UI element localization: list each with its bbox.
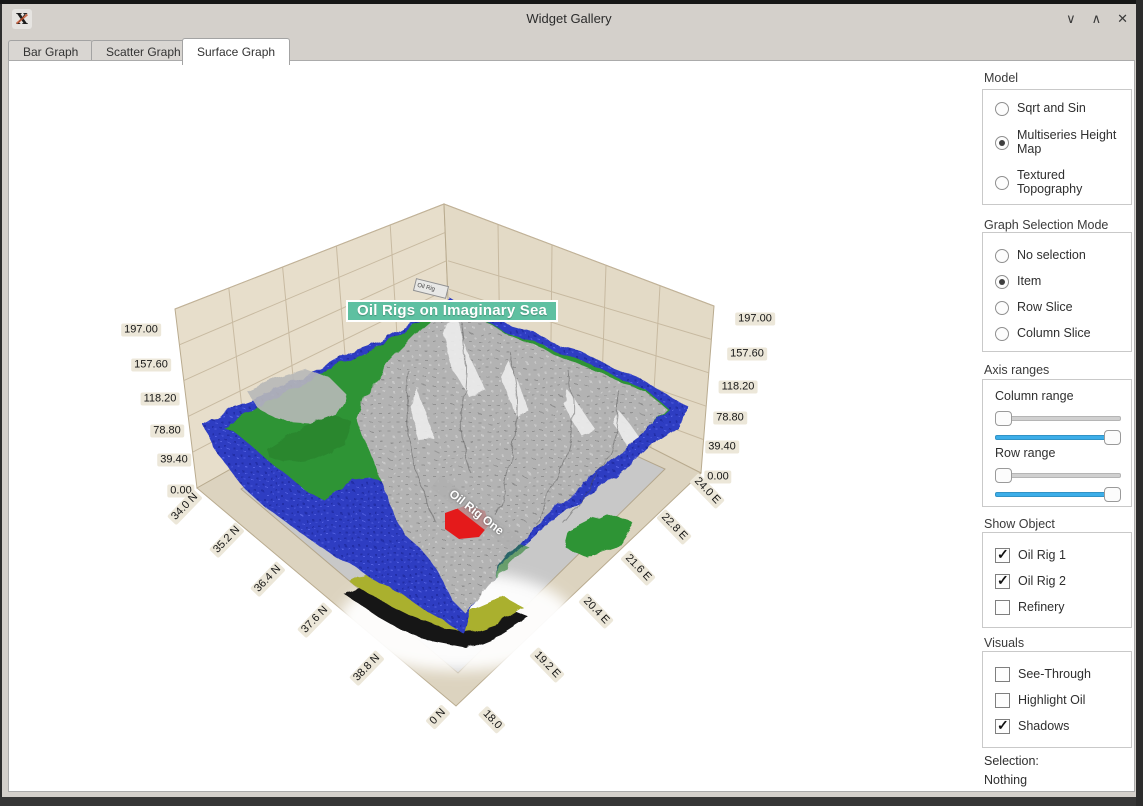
- checkbox-icon[interactable]: [995, 667, 1010, 682]
- slider-handle[interactable]: [1104, 430, 1121, 445]
- checkbox-icon[interactable]: [995, 548, 1010, 563]
- checkbox-icon[interactable]: [995, 574, 1010, 589]
- radio-sqrt-and-sin[interactable]: Sqrt and Sin: [995, 102, 1117, 116]
- checkbox-refinery[interactable]: Refinery: [995, 600, 1118, 615]
- radio-icon[interactable]: [995, 249, 1009, 263]
- checkbox-highlight-oil[interactable]: Highlight Oil: [995, 693, 1118, 708]
- checkbox-oil-rig-1[interactable]: Oil Rig 1: [995, 548, 1118, 563]
- model-groupbox: Sqrt and Sin Multiseries Height Map Text…: [982, 89, 1132, 205]
- value-axis-tick-right: 118.20: [719, 381, 758, 394]
- value-axis-tick-right: 0.00: [704, 471, 731, 484]
- checkbox-oil-rig-2[interactable]: Oil Rig 2: [995, 574, 1118, 589]
- window-frame-right: [1136, 0, 1143, 806]
- slider-handle[interactable]: [1104, 487, 1121, 502]
- radio-textured-topography[interactable]: Textured Topography: [995, 169, 1117, 197]
- checkbox-shadows[interactable]: Shadows: [995, 719, 1118, 734]
- value-axis-tick-left: 197.00: [121, 324, 161, 337]
- show-object-groupbox: Oil Rig 1 Oil Rig 2 Refinery: [982, 532, 1132, 628]
- titlebar[interactable]: X Widget Gallery ∨ ∧ ✕: [2, 4, 1136, 34]
- surface-3d-chart[interactable]: Oil Rig Two Oil Rigs on Imaginary Sea Oi…: [9, 61, 963, 791]
- row-range-label: Row range: [995, 447, 1115, 461]
- value-axis-tick-left: 157.60: [131, 359, 171, 372]
- radio-column-slice[interactable]: Column Slice: [995, 327, 1117, 341]
- radio-multiseries-height-map[interactable]: Multiseries Height Map: [995, 129, 1117, 157]
- radio-no-selection[interactable]: No selection: [995, 249, 1117, 263]
- axis-ranges-section-label: Axis ranges: [984, 363, 1049, 377]
- row-range-max-slider[interactable]: [995, 487, 1121, 502]
- control-panel: Model Sqrt and Sin Multiseries Height Ma…: [974, 61, 1136, 793]
- chart-title: Oil Rigs on Imaginary Sea: [346, 300, 558, 322]
- radio-icon[interactable]: [995, 301, 1009, 315]
- radio-icon[interactable]: [995, 275, 1009, 289]
- column-range-label: Column range: [995, 390, 1115, 404]
- row-range-min-slider[interactable]: [995, 468, 1121, 483]
- checkbox-see-through[interactable]: See-Through: [995, 667, 1118, 682]
- checkbox-icon[interactable]: [995, 693, 1010, 708]
- visuals-groupbox: See-Through Highlight Oil Shadows: [982, 651, 1132, 748]
- column-range-max-slider[interactable]: [995, 430, 1121, 445]
- radio-icon[interactable]: [995, 327, 1009, 341]
- maximize-icon[interactable]: ∧: [1092, 11, 1102, 27]
- radio-row-slice[interactable]: Row Slice: [995, 301, 1117, 315]
- model-section-label: Model: [984, 71, 1018, 85]
- checkbox-icon[interactable]: [995, 600, 1010, 615]
- minimize-icon[interactable]: ∨: [1066, 11, 1076, 27]
- window-frame-bottom: [0, 797, 1143, 806]
- visuals-section-label: Visuals: [984, 636, 1024, 650]
- value-axis-tick-left: 39.40: [157, 454, 191, 467]
- radio-icon[interactable]: [995, 136, 1009, 150]
- tab-surface-graph[interactable]: Surface Graph: [182, 38, 290, 65]
- slider-handle[interactable]: [995, 411, 1012, 426]
- selection-status-label: Selection:: [984, 754, 1039, 768]
- radio-icon[interactable]: [995, 176, 1009, 190]
- checkbox-icon[interactable]: [995, 719, 1010, 734]
- value-axis-tick-right: 197.00: [735, 313, 775, 326]
- slider-handle[interactable]: [995, 468, 1012, 483]
- value-axis-tick-right: 39.40: [705, 441, 739, 454]
- radio-icon[interactable]: [995, 102, 1009, 116]
- axis-ranges-groupbox: Column range Row range: [982, 379, 1132, 507]
- value-axis-tick-right: 78.80: [713, 412, 747, 425]
- value-axis-tick-left: 118.20: [141, 393, 180, 406]
- app-window: X Widget Gallery ∨ ∧ ✕ Bar Graph Scatter…: [2, 4, 1136, 797]
- show-object-section-label: Show Object: [984, 517, 1055, 531]
- value-axis-tick-right: 157.60: [727, 348, 767, 361]
- radio-item[interactable]: Item: [995, 275, 1117, 289]
- selection-mode-groupbox: No selection Item Row Slice Column Slice: [982, 232, 1132, 352]
- selection-mode-section-label: Graph Selection Mode: [984, 218, 1108, 232]
- surface-graph-page: Oil Rig Two Oil Rigs on Imaginary Sea Oi…: [8, 60, 1135, 792]
- column-range-min-slider[interactable]: [995, 411, 1121, 426]
- window-title: Widget Gallery: [2, 4, 1136, 34]
- selection-status-value: Nothing: [984, 773, 1027, 787]
- value-axis-tick-left: 78.80: [150, 425, 184, 438]
- close-icon[interactable]: ✕: [1117, 11, 1128, 27]
